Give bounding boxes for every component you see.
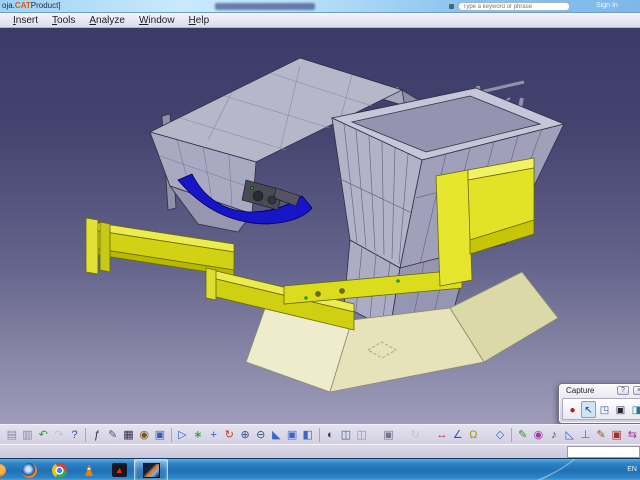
menu-analyze[interactable]: Analyze <box>82 15 132 26</box>
help-button[interactable]: ? <box>617 386 629 395</box>
comment-icon[interactable]: ✎ <box>106 427 120 443</box>
chrome-button[interactable] <box>44 459 74 480</box>
language-indicator[interactable]: EN <box>627 466 637 473</box>
measure-inertia-icon[interactable]: Ω <box>467 427 481 443</box>
sectioning-icon[interactable]: ◇ <box>493 427 507 443</box>
title-overlay-text <box>215 3 315 10</box>
sign-in-link[interactable]: Sign In <box>596 2 618 9</box>
firefox-icon <box>21 462 37 478</box>
ramp-icon[interactable]: ◺ <box>563 427 577 443</box>
search-input[interactable] <box>458 2 570 11</box>
taskbar: ▲ EN <box>0 458 640 480</box>
annotation-icon[interactable]: ✎ <box>516 427 530 443</box>
album-button[interactable]: ◨ <box>629 401 640 418</box>
standard-toolbar: ▤ ▥ ↶ ↷? ƒ ✎ ▦ ◉ ▣ ▷ ∗ + ↻ ⊕ ⊖ ◣ ▣ ◧ ◐ ◫ ◫ ▣ ↻ ↔ ∠ Ω ◇ ✎ ◉ ♪ ◺ ⊥ ✎ ▣ ⇆ <box>0 424 640 444</box>
firefox-button[interactable] <box>14 459 44 480</box>
title-bar: oja.CATProduct] Sign In <box>0 0 640 13</box>
copy-icon[interactable]: ▥ <box>21 427 35 443</box>
fly-mode-icon[interactable]: ▷ <box>176 427 190 443</box>
window-title: oja.CATProduct] <box>2 1 61 10</box>
catalog-icon[interactable]: ◉ <box>137 427 151 443</box>
status-bar <box>0 444 640 458</box>
capture-window[interactable]: Capture ? × ● ↖ ◳ ▣ ◨ <box>558 383 640 424</box>
vlc-icon <box>85 464 93 476</box>
pencil-icon[interactable]: ✎ <box>594 427 608 443</box>
partial-app-icon[interactable] <box>0 464 6 477</box>
iso-view-icon[interactable]: ◧ <box>301 427 315 443</box>
design-table-icon[interactable]: ▦ <box>122 427 136 443</box>
3d-viewport[interactable]: Capture ? × ● ↖ ◳ ▣ ◨ <box>0 28 640 424</box>
search-icon <box>449 4 454 9</box>
sound-icon[interactable]: ♪ <box>547 427 561 443</box>
image-viewer-icon <box>142 462 160 478</box>
balance-icon[interactable]: ⊥ <box>579 427 593 443</box>
fit-all-in-icon[interactable]: ∗ <box>191 427 205 443</box>
measure-between-icon[interactable]: ↔ <box>435 427 449 443</box>
capture-toolbar: ● ↖ ◳ ▣ ◨ <box>562 398 640 420</box>
close-icon[interactable]: × <box>633 386 640 395</box>
menu-tools[interactable]: Tools <box>45 15 82 26</box>
hide-show-icon[interactable]: ◫ <box>339 427 353 443</box>
formula-icon[interactable]: ƒ <box>90 427 104 443</box>
clipboard-icon[interactable]: ▣ <box>610 427 624 443</box>
swap-space-icon[interactable]: ◫ <box>355 427 369 443</box>
pan-icon[interactable]: + <box>207 427 221 443</box>
normal-view-icon[interactable]: ◣ <box>270 427 284 443</box>
shading-mode-icon[interactable]: ◐ <box>323 427 337 443</box>
capture-window-title: Capture <box>566 386 595 395</box>
media-player-icon: ▲ <box>111 463 127 477</box>
redo-icon[interactable]: ↷ <box>52 427 66 443</box>
zoom-in-icon[interactable]: ⊕ <box>238 427 252 443</box>
menu-insert[interactable]: Insert <box>6 15 45 26</box>
paste-icon[interactable]: ▤ <box>5 427 19 443</box>
menu-bar: Insert Tools Analyze Window Help <box>0 13 640 28</box>
measure-item-icon[interactable]: ∠ <box>451 427 465 443</box>
menu-help[interactable]: Help <box>182 15 217 26</box>
menu-window[interactable]: Window <box>132 15 182 26</box>
rotate-icon[interactable]: ↻ <box>223 427 237 443</box>
capture-preview-button[interactable]: ▣ <box>613 401 628 418</box>
power-input-field[interactable] <box>567 446 640 458</box>
taskbar-apps: ▲ <box>14 459 168 480</box>
whats-this-icon[interactable]: ? <box>68 427 82 443</box>
media-player-button[interactable]: ▲ <box>104 459 134 480</box>
taskbar-swoosh <box>364 459 596 480</box>
link-icon[interactable]: ▣ <box>153 427 167 443</box>
capture-options-button[interactable]: ◳ <box>597 401 612 418</box>
image-viewer-button[interactable] <box>134 459 168 480</box>
select-mode-button[interactable]: ↖ <box>581 400 596 418</box>
quick-view-icon[interactable]: ▣ <box>285 427 299 443</box>
update-icon[interactable]: ↻ <box>408 427 422 443</box>
undo-icon[interactable]: ↶ <box>36 427 50 443</box>
vlc-button[interactable] <box>74 459 104 480</box>
zoom-out-icon[interactable]: ⊖ <box>254 427 268 443</box>
cad-model[interactable] <box>0 28 640 424</box>
chrome-icon <box>51 462 67 478</box>
knowledge-swap-icon[interactable]: ⇆ <box>626 427 640 443</box>
printer-icon[interactable]: ▣ <box>382 427 396 443</box>
3d-state-icon[interactable]: ◉ <box>532 427 546 443</box>
record-button[interactable]: ● <box>565 401 580 418</box>
